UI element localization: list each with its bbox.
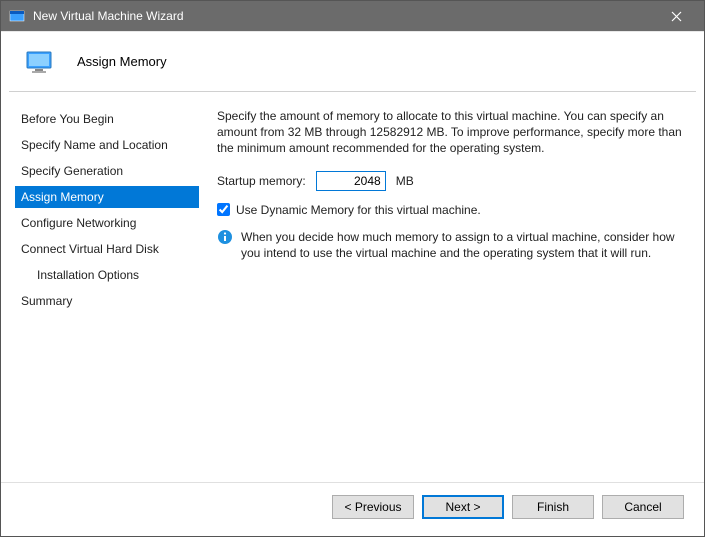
close-button[interactable] (656, 1, 696, 31)
cancel-button[interactable]: Cancel (602, 495, 684, 519)
previous-button[interactable]: < Previous (332, 495, 414, 519)
next-button[interactable]: Next > (422, 495, 504, 519)
dynamic-memory-checkbox[interactable] (217, 203, 230, 216)
app-icon (9, 8, 25, 24)
wizard-header: Assign Memory (1, 31, 704, 91)
dynamic-memory-row: Use Dynamic Memory for this virtual mach… (217, 203, 682, 217)
window-title: New Virtual Machine Wizard (33, 9, 656, 23)
memory-description: Specify the amount of memory to allocate… (217, 108, 682, 157)
sidebar-item-summary[interactable]: Summary (15, 290, 199, 312)
sidebar-item-specify-generation[interactable]: Specify Generation (15, 160, 199, 182)
startup-memory-label: Startup memory: (217, 174, 306, 188)
sidebar-item-installation-options[interactable]: Installation Options (15, 264, 199, 286)
sidebar-item-connect-vhd[interactable]: Connect Virtual Hard Disk (15, 238, 199, 260)
sidebar-item-before-you-begin[interactable]: Before You Begin (15, 108, 199, 130)
close-icon (671, 11, 682, 22)
sidebar-item-specify-name[interactable]: Specify Name and Location (15, 134, 199, 156)
info-icon (217, 229, 233, 245)
dynamic-memory-label[interactable]: Use Dynamic Memory for this virtual mach… (236, 203, 481, 217)
finish-button[interactable]: Finish (512, 495, 594, 519)
step-title: Assign Memory (77, 54, 167, 69)
info-text: When you decide how much memory to assig… (241, 229, 682, 261)
startup-memory-row: Startup memory: MB (217, 171, 682, 191)
titlebar: New Virtual Machine Wizard (1, 1, 704, 31)
content-area: Before You Begin Specify Name and Locati… (1, 92, 704, 482)
memory-unit-label: MB (396, 174, 414, 188)
sidebar-item-configure-networking[interactable]: Configure Networking (15, 212, 199, 234)
sidebar-item-assign-memory[interactable]: Assign Memory (15, 186, 199, 208)
wizard-footer: < Previous Next > Finish Cancel (1, 482, 704, 530)
wizard-steps-sidebar: Before You Begin Specify Name and Locati… (1, 92, 199, 482)
startup-memory-input[interactable] (316, 171, 386, 191)
monitor-icon (25, 50, 57, 74)
main-panel: Specify the amount of memory to allocate… (199, 92, 704, 482)
info-row: When you decide how much memory to assig… (217, 229, 682, 261)
